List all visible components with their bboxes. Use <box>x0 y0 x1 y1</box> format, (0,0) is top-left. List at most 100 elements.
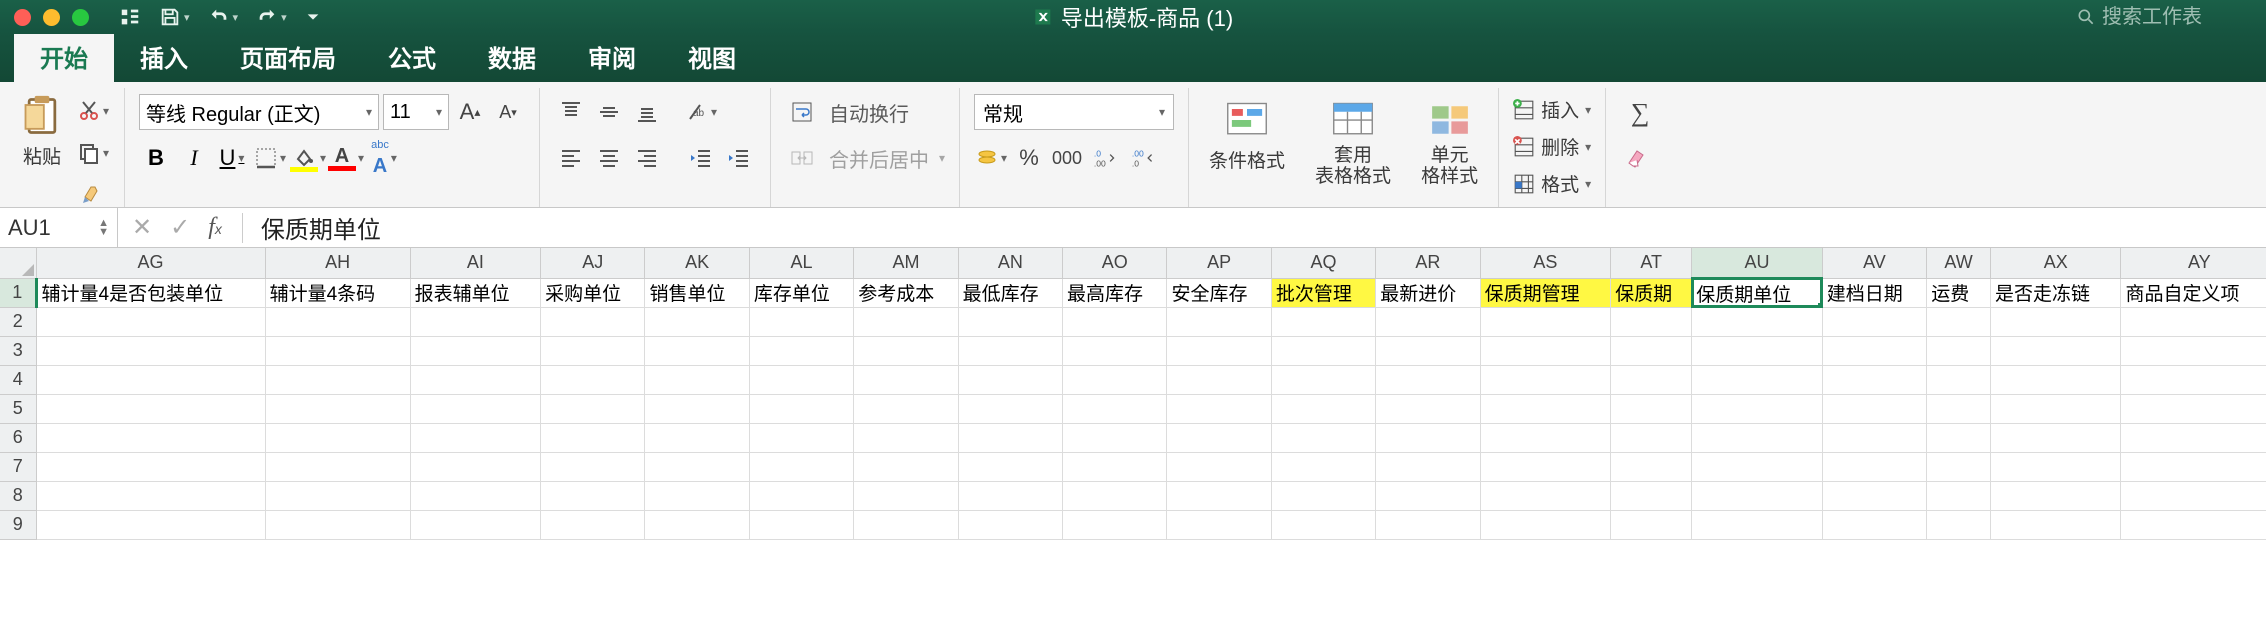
cell-AW1[interactable]: 运费 <box>1927 278 1991 307</box>
currency-button[interactable]: ▾ <box>974 141 1008 175</box>
cell-AI4[interactable] <box>410 365 541 394</box>
increase-decimal-button[interactable]: .0.00 <box>1088 141 1122 175</box>
cell-AH4[interactable] <box>265 365 410 394</box>
cell-AI3[interactable] <box>410 336 541 365</box>
spreadsheet-grid[interactable]: AGAHAIAJAKALAMANAOAPAQARASATAUAVAWAXAYAZ… <box>0 248 2266 540</box>
namebox-stepper[interactable]: ▲▼ <box>98 219 109 237</box>
cell-AO4[interactable] <box>1063 365 1167 394</box>
font-color-button[interactable]: A▾ <box>329 141 363 175</box>
cell-AS2[interactable] <box>1480 307 1611 336</box>
underline-button[interactable]: U▾ <box>215 141 249 175</box>
comma-button[interactable]: 000 <box>1050 141 1084 175</box>
cell-AJ7[interactable] <box>541 452 645 481</box>
row-header-5[interactable]: 5 <box>0 394 36 423</box>
cut-button[interactable]: ▾ <box>76 94 110 128</box>
tab-formulas[interactable]: 公式 <box>362 29 462 82</box>
cell-AW7[interactable] <box>1927 452 1991 481</box>
clear-button[interactable] <box>1620 140 1654 174</box>
cell-AU5[interactable] <box>1692 394 1823 423</box>
cell-AT5[interactable] <box>1611 394 1692 423</box>
column-header-AY[interactable]: AY <box>2121 248 2266 278</box>
delete-cells-button[interactable]: 删除▾ <box>1513 133 1591 160</box>
cell-AT4[interactable] <box>1611 365 1692 394</box>
name-box[interactable]: AU1 ▲▼ <box>0 208 118 247</box>
font-name-select[interactable]: 等线 Regular (正文)▾ <box>139 94 379 130</box>
align-top-button[interactable] <box>554 95 588 129</box>
cell-AG8[interactable] <box>36 481 265 510</box>
cell-AJ4[interactable] <box>541 365 645 394</box>
cell-AK2[interactable] <box>645 307 749 336</box>
cell-AJ2[interactable] <box>541 307 645 336</box>
column-header-AI[interactable]: AI <box>410 248 541 278</box>
cell-AN1[interactable]: 最低库存 <box>958 278 1062 307</box>
cell-AH2[interactable] <box>265 307 410 336</box>
cell-AH1[interactable]: 辅计量4条码 <box>265 278 410 307</box>
redo-button[interactable]: ▾ <box>256 6 287 28</box>
cell-AN9[interactable] <box>958 510 1062 539</box>
cell-AY1[interactable]: 商品自定义项 <box>2121 278 2266 307</box>
cell-AM1[interactable]: 参考成本 <box>854 278 958 307</box>
copy-button[interactable]: ▾ <box>76 136 110 170</box>
column-header-AN[interactable]: AN <box>958 248 1062 278</box>
decrease-decimal-button[interactable]: .00.0 <box>1126 141 1160 175</box>
cell-AJ5[interactable] <box>541 394 645 423</box>
cell-AQ1[interactable]: 批次管理 <box>1271 278 1375 307</box>
cell-AK1[interactable]: 销售单位 <box>645 278 749 307</box>
cell-AV9[interactable] <box>1822 510 1926 539</box>
cell-AP3[interactable] <box>1167 336 1271 365</box>
paste-button[interactable]: 粘贴 <box>14 92 70 212</box>
format-painter-button[interactable] <box>76 178 110 212</box>
cell-AW2[interactable] <box>1927 307 1991 336</box>
cell-AY7[interactable] <box>2121 452 2266 481</box>
cell-AL9[interactable] <box>749 510 853 539</box>
cell-AQ4[interactable] <box>1271 365 1375 394</box>
cell-AU2[interactable] <box>1692 307 1823 336</box>
column-header-AK[interactable]: AK <box>645 248 749 278</box>
cell-AK8[interactable] <box>645 481 749 510</box>
align-center-button[interactable] <box>592 141 626 175</box>
tab-home[interactable]: 开始 <box>14 29 114 82</box>
cell-AS9[interactable] <box>1480 510 1611 539</box>
cancel-formula-button[interactable]: ✕ <box>132 213 152 242</box>
cell-AK3[interactable] <box>645 336 749 365</box>
cell-AX9[interactable] <box>1990 510 2121 539</box>
cell-AY8[interactable] <box>2121 481 2266 510</box>
cell-AU3[interactable] <box>1692 336 1823 365</box>
cell-AM4[interactable] <box>854 365 958 394</box>
cell-AQ5[interactable] <box>1271 394 1375 423</box>
column-header-AQ[interactable]: AQ <box>1271 248 1375 278</box>
align-left-button[interactable] <box>554 141 588 175</box>
insert-function-button[interactable]: fx <box>208 214 222 241</box>
cell-AP4[interactable] <box>1167 365 1271 394</box>
cell-AS7[interactable] <box>1480 452 1611 481</box>
cell-AS5[interactable] <box>1480 394 1611 423</box>
row-header-8[interactable]: 8 <box>0 481 36 510</box>
cell-AT3[interactable] <box>1611 336 1692 365</box>
cell-AR9[interactable] <box>1376 510 1480 539</box>
conditional-formatting-button[interactable]: 条件格式 <box>1203 96 1291 190</box>
cell-AQ3[interactable] <box>1271 336 1375 365</box>
cell-AO1[interactable]: 最高库存 <box>1063 278 1167 307</box>
cell-AK6[interactable] <box>645 423 749 452</box>
cell-AJ3[interactable] <box>541 336 645 365</box>
cell-AM9[interactable] <box>854 510 958 539</box>
cell-AS1[interactable]: 保质期管理 <box>1480 278 1611 307</box>
cell-AY6[interactable] <box>2121 423 2266 452</box>
cell-AJ1[interactable]: 采购单位 <box>541 278 645 307</box>
decrease-font-button[interactable]: A▾ <box>491 95 525 129</box>
cell-AT6[interactable] <box>1611 423 1692 452</box>
cell-AP9[interactable] <box>1167 510 1271 539</box>
cell-AL2[interactable] <box>749 307 853 336</box>
cell-AO6[interactable] <box>1063 423 1167 452</box>
cell-AU6[interactable] <box>1692 423 1823 452</box>
cell-AL1[interactable]: 库存单位 <box>749 278 853 307</box>
cell-AI5[interactable] <box>410 394 541 423</box>
cell-AV4[interactable] <box>1822 365 1926 394</box>
tab-insert[interactable]: 插入 <box>114 29 214 82</box>
row-header-4[interactable]: 4 <box>0 365 36 394</box>
cell-AT2[interactable] <box>1611 307 1692 336</box>
column-header-AP[interactable]: AP <box>1167 248 1271 278</box>
cell-AP7[interactable] <box>1167 452 1271 481</box>
cell-AK9[interactable] <box>645 510 749 539</box>
search-input[interactable] <box>2102 6 2252 29</box>
